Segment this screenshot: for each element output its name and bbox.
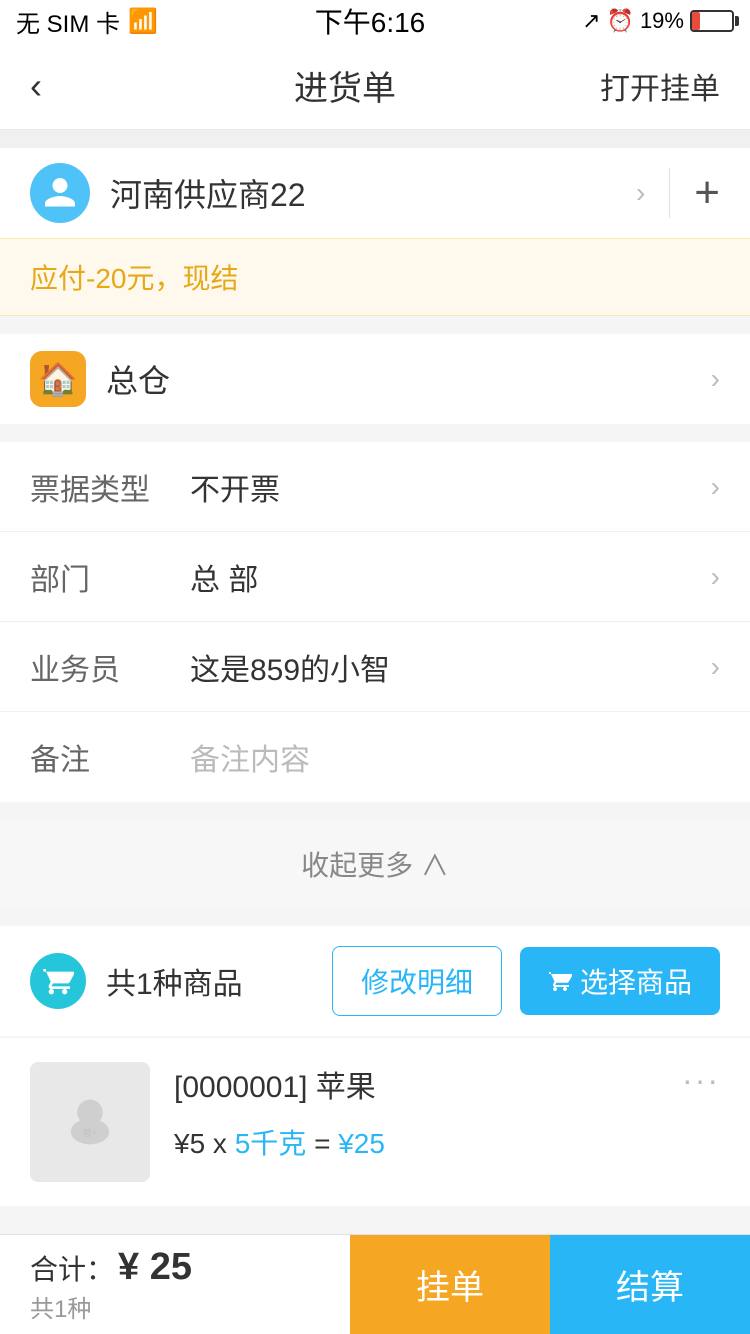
invoice-chevron: › <box>711 471 720 503</box>
add-supplier-button[interactable]: + <box>694 171 720 215</box>
bottom-bar: 合计： ¥ 25 共1种 挂单 结算 <box>0 1234 750 1334</box>
supplier-name: 河南供应商22 <box>110 170 636 216</box>
more-options-button[interactable]: ··· <box>682 1062 720 1099</box>
total-area: 合计： ¥ 25 共1种 <box>0 1235 350 1334</box>
equals: = <box>314 1128 338 1159</box>
sales-value: 这是859的小智 <box>180 645 711 689</box>
product-card: 智+ [0000001] 苹果 ¥5 x 5千克 = ¥25 ··· <box>0 1038 750 1206</box>
remark-label: 备注 <box>30 735 180 779</box>
battery-fill <box>692 12 700 30</box>
select-product-button[interactable]: 选择商品 <box>520 947 720 1015</box>
product-price: ¥5 x 5千克 = ¥25 <box>174 1122 658 1162</box>
carrier-label: 无 SIM 卡 <box>16 4 120 39</box>
gap-1 <box>0 130 750 148</box>
product-code: [0000001] 苹果 <box>174 1071 376 1104</box>
battery-icon <box>690 10 734 32</box>
supplier-chevron: › <box>636 177 645 209</box>
sales-label: 业务员 <box>30 645 180 689</box>
open-hang-button[interactable]: 打开挂单 <box>600 64 720 108</box>
total-amount: ¥ 25 <box>118 1246 192 1289</box>
location-icon: ↗ <box>582 8 600 34</box>
nav-bar: ‹ 进货单 打开挂单 <box>0 42 750 130</box>
total-price: ¥25 <box>338 1128 385 1159</box>
dept-chevron: › <box>711 561 720 593</box>
warehouse-section[interactable]: 🏠 总仓 › <box>0 334 750 424</box>
invoice-value: 不开票 <box>180 465 711 509</box>
form-section: 票据类型 不开票 › 部门 总 部 › 业务员 这是859的小智 › 备注 备注… <box>0 442 750 802</box>
product-header: 共1种商品 修改明细 选择商品 <box>0 926 750 1036</box>
product-count: 共1种商品 <box>106 959 332 1003</box>
total-count: 共1种 <box>30 1289 320 1324</box>
supplier-avatar <box>30 163 90 223</box>
dept-row[interactable]: 部门 总 部 › <box>0 532 750 622</box>
svg-text:智+: 智+ <box>83 1127 97 1138</box>
cart-icon <box>42 965 74 997</box>
hang-button[interactable]: 挂单 <box>350 1235 550 1334</box>
battery-percent: 19% <box>640 8 684 34</box>
invoice-label: 票据类型 <box>30 465 180 509</box>
wifi-icon: 📶 <box>128 7 158 36</box>
product-thumb-icon: 智+ <box>58 1090 122 1154</box>
dept-label: 部门 <box>30 555 180 599</box>
invoice-row[interactable]: 票据类型 不开票 › <box>0 442 750 532</box>
warehouse-chevron: › <box>711 363 720 395</box>
status-left: 无 SIM 卡 📶 <box>16 4 158 39</box>
remark-row[interactable]: 备注 备注内容 <box>0 712 750 802</box>
edit-detail-button[interactable]: 修改明细 <box>332 946 502 1016</box>
warehouse-icon: 🏠 <box>30 351 86 407</box>
price-per-unit: ¥5 x <box>174 1128 235 1159</box>
select-product-label: 选择商品 <box>580 961 692 1001</box>
supplier-section[interactable]: 河南供应商22 › + <box>0 148 750 238</box>
collapse-button[interactable]: 收起更多 ∧ <box>0 820 750 908</box>
dept-value: 总 部 <box>180 555 711 599</box>
product-name: [0000001] 苹果 <box>174 1062 658 1106</box>
quantity-value: 5千克 <box>235 1128 307 1159</box>
status-time: 下午6:16 <box>315 1 426 41</box>
back-button[interactable]: ‹ <box>30 65 90 107</box>
supplier-divider <box>669 168 670 218</box>
notice-banner: 应付-20元，现结 <box>0 238 750 316</box>
user-icon <box>42 175 78 211</box>
page-title: 进货单 <box>90 61 600 110</box>
product-icon <box>30 953 86 1009</box>
sales-row[interactable]: 业务员 这是859的小智 › <box>0 622 750 712</box>
select-icon <box>548 969 572 993</box>
product-thumbnail: 智+ <box>30 1062 150 1182</box>
total-label: 合计： <box>30 1248 114 1288</box>
checkout-button[interactable]: 结算 <box>550 1235 750 1334</box>
remark-input[interactable]: 备注内容 <box>180 735 720 779</box>
warehouse-name: 总仓 <box>106 356 711 402</box>
product-info: [0000001] 苹果 ¥5 x 5千克 = ¥25 <box>174 1062 658 1162</box>
sales-chevron: › <box>711 651 720 683</box>
status-bar: 无 SIM 卡 📶 下午6:16 ↗ ⏰ 19% <box>0 0 750 42</box>
alarm-icon: ⏰ <box>607 8 634 34</box>
status-right: ↗ ⏰ 19% <box>582 8 734 34</box>
